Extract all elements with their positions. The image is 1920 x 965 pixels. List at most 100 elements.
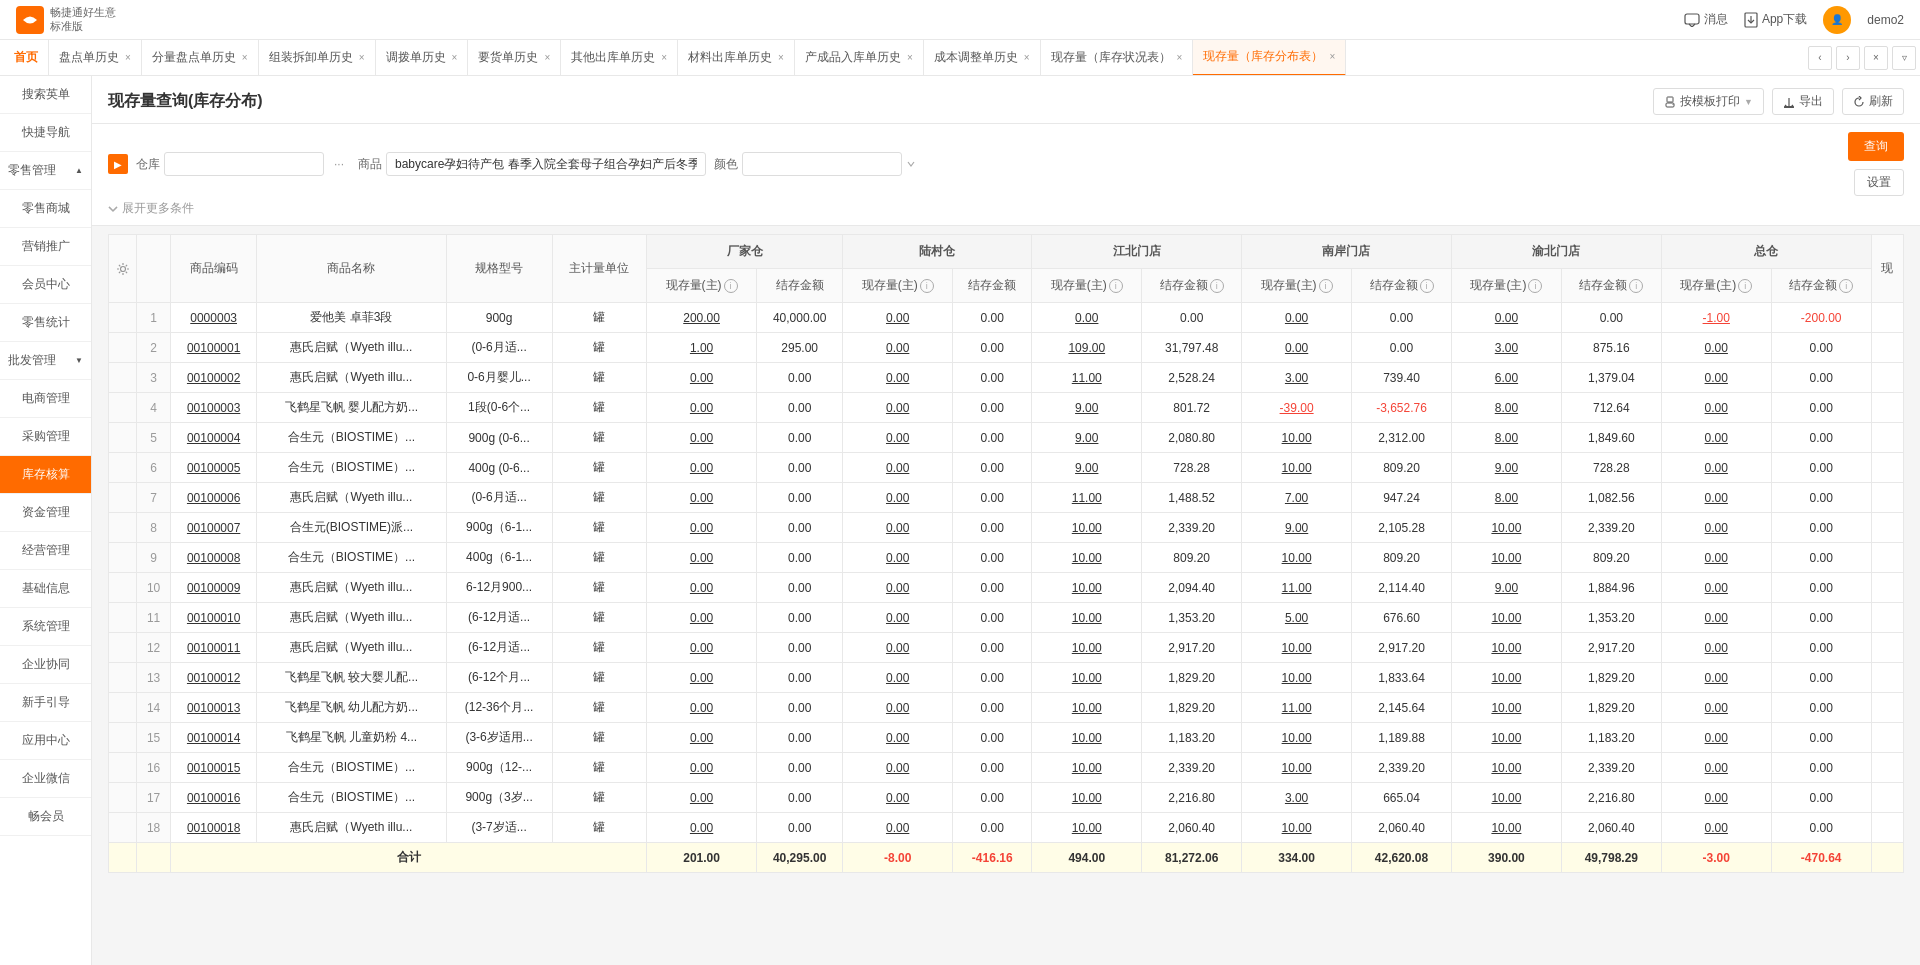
row-total-qty[interactable]: 0.00	[1661, 393, 1771, 423]
row-yb-qty[interactable]: 10.00	[1451, 723, 1561, 753]
row-fc-qty[interactable]: 0.00	[647, 483, 757, 513]
row-code[interactable]: 00100009	[171, 573, 257, 603]
row-jb-qty[interactable]: 10.00	[1032, 633, 1142, 663]
sidebar-item-guide[interactable]: 新手引导	[0, 684, 91, 722]
row-fc-qty[interactable]: 0.00	[647, 603, 757, 633]
row-na-qty[interactable]: 11.00	[1242, 693, 1352, 723]
row-code[interactable]: 00100005	[171, 453, 257, 483]
row-fc-qty[interactable]: 0.00	[647, 633, 757, 663]
row-lc-qty[interactable]: 0.00	[843, 663, 953, 693]
row-yb-qty[interactable]: 3.00	[1451, 333, 1561, 363]
row-code[interactable]: 00100015	[171, 753, 257, 783]
sidebar-item-inventory[interactable]: 库存核算	[0, 456, 91, 494]
row-lc-qty[interactable]: 0.00	[843, 753, 953, 783]
tab-close-material-out[interactable]: ×	[778, 52, 784, 63]
row-yb-qty[interactable]: 10.00	[1451, 633, 1561, 663]
row-jb-qty[interactable]: 10.00	[1032, 723, 1142, 753]
row-yb-qty[interactable]: 6.00	[1451, 363, 1561, 393]
row-lc-qty[interactable]: 0.00	[843, 543, 953, 573]
row-na-qty[interactable]: 10.00	[1242, 723, 1352, 753]
row-yb-qty[interactable]: 8.00	[1451, 393, 1561, 423]
row-yb-qty[interactable]: 8.00	[1451, 483, 1561, 513]
row-jb-qty[interactable]: 9.00	[1032, 393, 1142, 423]
row-lc-qty[interactable]: 0.00	[843, 813, 953, 843]
row-lc-qty[interactable]: 0.00	[843, 363, 953, 393]
row-lc-qty[interactable]: 0.00	[843, 453, 953, 483]
row-na-qty[interactable]: 11.00	[1242, 573, 1352, 603]
row-total-qty[interactable]: 0.00	[1661, 513, 1771, 543]
yb-qty-info-icon[interactable]: i	[1528, 279, 1542, 293]
row-jb-qty[interactable]: 9.00	[1032, 423, 1142, 453]
row-na-qty[interactable]: 10.00	[1242, 423, 1352, 453]
tab-stock-status[interactable]: 现存量（库存状况表） ×	[1041, 40, 1194, 76]
row-total-qty[interactable]: 0.00	[1661, 423, 1771, 453]
row-fc-qty[interactable]: 0.00	[647, 753, 757, 783]
row-lc-qty[interactable]: 0.00	[843, 603, 953, 633]
row-fc-qty[interactable]: 0.00	[647, 693, 757, 723]
fc-qty-info-icon[interactable]: i	[724, 279, 738, 293]
row-na-qty[interactable]: 9.00	[1242, 513, 1352, 543]
jb-qty-info-icon[interactable]: i	[1109, 279, 1123, 293]
row-lc-qty[interactable]: 0.00	[843, 333, 953, 363]
row-yb-qty[interactable]: 10.00	[1451, 693, 1561, 723]
row-total-qty[interactable]: 0.00	[1661, 753, 1771, 783]
sidebar-item-basic[interactable]: 基础信息	[0, 570, 91, 608]
row-jb-qty[interactable]: 0.00	[1032, 303, 1142, 333]
row-fc-qty[interactable]: 0.00	[647, 393, 757, 423]
query-btn[interactable]: 查询	[1848, 132, 1904, 161]
row-code[interactable]: 00100011	[171, 633, 257, 663]
tab-close-other-out[interactable]: ×	[661, 52, 667, 63]
product-input[interactable]	[386, 152, 706, 176]
filter-expand-arrow[interactable]: ▶	[108, 154, 128, 174]
sidebar-item-vip[interactable]: 畅会员	[0, 798, 91, 836]
row-na-qty[interactable]: 7.00	[1242, 483, 1352, 513]
tab-transfer[interactable]: 调拨单历史 ×	[376, 40, 469, 76]
tab-sub-stocktake[interactable]: 分量盘点单历史 ×	[142, 40, 259, 76]
row-na-qty[interactable]: 3.00	[1242, 783, 1352, 813]
user-avatar[interactable]: 👤	[1823, 6, 1851, 34]
row-lc-qty[interactable]: 0.00	[843, 513, 953, 543]
sidebar-item-retail-mgmt[interactable]: 零售管理▲	[0, 152, 91, 190]
refresh-btn[interactable]: 刷新	[1842, 88, 1904, 115]
row-yb-qty[interactable]: 9.00	[1451, 453, 1561, 483]
warehouse-input[interactable]	[164, 152, 324, 176]
row-jb-qty[interactable]: 11.00	[1032, 363, 1142, 393]
sidebar-item-search[interactable]: 搜索英单	[0, 76, 91, 114]
row-fc-qty[interactable]: 0.00	[647, 723, 757, 753]
row-na-qty[interactable]: 3.00	[1242, 363, 1352, 393]
sidebar-item-ecommerce[interactable]: 电商管理	[0, 380, 91, 418]
row-na-qty[interactable]: -39.00	[1242, 393, 1352, 423]
app-download-btn[interactable]: App下载	[1744, 11, 1807, 28]
row-yb-qty[interactable]: 0.00	[1451, 303, 1561, 333]
na-qty-info-icon[interactable]: i	[1319, 279, 1333, 293]
yb-amt-info-icon[interactable]: i	[1629, 279, 1643, 293]
row-total-qty[interactable]: 0.00	[1661, 483, 1771, 513]
row-na-qty[interactable]: 0.00	[1242, 333, 1352, 363]
row-yb-qty[interactable]: 10.00	[1451, 813, 1561, 843]
row-yb-qty[interactable]: 10.00	[1451, 783, 1561, 813]
sidebar-item-retail-shop[interactable]: 零售商城	[0, 190, 91, 228]
row-code[interactable]: 00100003	[171, 393, 257, 423]
na-amt-info-icon[interactable]: i	[1420, 279, 1434, 293]
row-fc-qty[interactable]: 0.00	[647, 423, 757, 453]
expand-conditions[interactable]: 展开更多条件	[108, 200, 1904, 217]
row-total-qty[interactable]: 0.00	[1661, 333, 1771, 363]
row-yb-qty[interactable]: 10.00	[1451, 543, 1561, 573]
lc-qty-info-icon[interactable]: i	[920, 279, 934, 293]
tab-other-out[interactable]: 其他出库单历史 ×	[561, 40, 678, 76]
row-jb-qty[interactable]: 11.00	[1032, 483, 1142, 513]
row-jb-qty[interactable]: 109.00	[1032, 333, 1142, 363]
row-yb-qty[interactable]: 10.00	[1451, 753, 1561, 783]
sidebar-item-purchase[interactable]: 采购管理	[0, 418, 91, 456]
row-total-qty[interactable]: -1.00	[1661, 303, 1771, 333]
row-yb-qty[interactable]: 10.00	[1451, 663, 1561, 693]
row-total-qty[interactable]: 0.00	[1661, 603, 1771, 633]
tab-close-stock-dist[interactable]: ×	[1329, 51, 1335, 62]
row-code[interactable]: 00100008	[171, 543, 257, 573]
row-fc-qty[interactable]: 0.00	[647, 363, 757, 393]
row-jb-qty[interactable]: 10.00	[1032, 603, 1142, 633]
row-total-qty[interactable]: 0.00	[1661, 783, 1771, 813]
sidebar-item-apps[interactable]: 应用中心	[0, 722, 91, 760]
row-jb-qty[interactable]: 10.00	[1032, 783, 1142, 813]
jb-amt-info-icon[interactable]: i	[1210, 279, 1224, 293]
